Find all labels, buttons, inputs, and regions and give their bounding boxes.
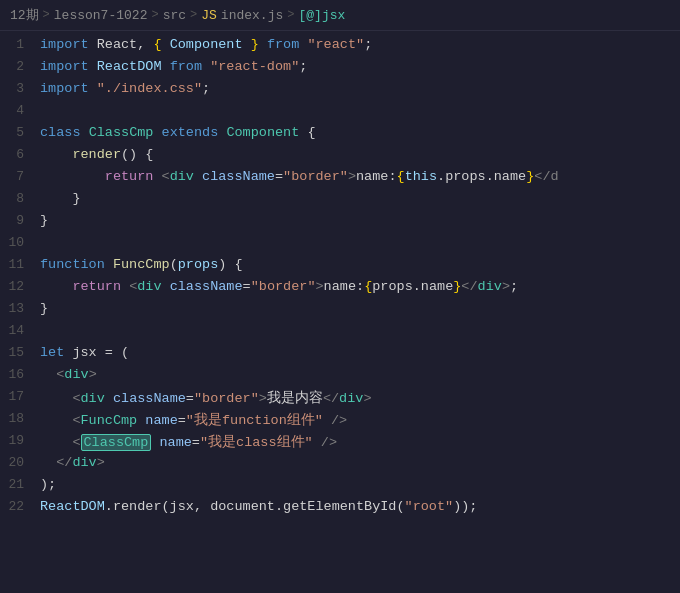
- line-number: 20: [0, 454, 40, 470]
- breadcrumb-sep-4: >: [287, 8, 294, 22]
- line-number: 19: [0, 432, 40, 448]
- line-number: 16: [0, 366, 40, 382]
- line-number: 18: [0, 410, 40, 426]
- breadcrumb-item-filename: index.js: [221, 8, 283, 23]
- line-number: 5: [0, 124, 40, 140]
- line-content: <FuncCmp name="我是function组件" />: [40, 410, 680, 429]
- code-line: 15 let jsx = (: [0, 343, 680, 365]
- code-line: 11 function FuncCmp(props) {: [0, 255, 680, 277]
- line-number: 10: [0, 234, 40, 250]
- line-content: import "./index.css";: [40, 80, 680, 96]
- line-number: 6: [0, 146, 40, 162]
- breadcrumb-item-12: 12期: [10, 6, 39, 24]
- line-content: [40, 102, 680, 118]
- line-number: 12: [0, 278, 40, 294]
- code-line: 14: [0, 321, 680, 343]
- code-line: 17 <div className="border">我是内容</div>: [0, 387, 680, 409]
- line-number: 11: [0, 256, 40, 272]
- code-line: 9 }: [0, 211, 680, 233]
- line-number: 13: [0, 300, 40, 316]
- line-number: 8: [0, 190, 40, 206]
- code-line: 16 <div>: [0, 365, 680, 387]
- line-number: 17: [0, 388, 40, 404]
- code-line: 7 return <div className="border">name:{t…: [0, 167, 680, 189]
- breadcrumb-item-src: src: [163, 8, 186, 23]
- line-content: );: [40, 476, 680, 492]
- code-line: 22 ReactDOM.render(jsx, document.getElem…: [0, 497, 680, 519]
- line-number: 14: [0, 322, 40, 338]
- breadcrumb-item-lesson: lesson7-1022: [54, 8, 148, 23]
- line-number: 3: [0, 80, 40, 96]
- code-line: 5 class ClassCmp extends Component {: [0, 123, 680, 145]
- code-line: 3 import "./index.css";: [0, 79, 680, 101]
- line-content: }: [40, 190, 680, 206]
- line-content: import ReactDOM from "react-dom";: [40, 58, 680, 74]
- line-number: 22: [0, 498, 40, 514]
- line-content: function FuncCmp(props) {: [40, 256, 680, 272]
- line-content: }: [40, 300, 680, 316]
- line-content: <div>: [40, 366, 680, 382]
- breadcrumb-bar: 12期 > lesson7-1022 > src > JS index.js >…: [0, 0, 680, 31]
- code-line: 21 );: [0, 475, 680, 497]
- line-number: 7: [0, 168, 40, 184]
- line-number: 2: [0, 58, 40, 74]
- code-line: 12 return <div className="border">name:{…: [0, 277, 680, 299]
- line-content: </div>: [40, 454, 680, 470]
- breadcrumb-sep-3: >: [190, 8, 197, 22]
- line-number: 15: [0, 344, 40, 360]
- code-line: 1 import React, { Component } from "reac…: [0, 35, 680, 57]
- code-line: 13 }: [0, 299, 680, 321]
- breadcrumb-item-js: JS: [201, 8, 217, 23]
- line-content: <div className="border">我是内容</div>: [40, 388, 680, 407]
- code-line: 10: [0, 233, 680, 255]
- code-editor: 1 import React, { Component } from "reac…: [0, 31, 680, 591]
- breadcrumb-sep-1: >: [43, 8, 50, 22]
- line-content: render() {: [40, 146, 680, 162]
- line-content: return <div className="border">name:{pro…: [40, 278, 680, 294]
- line-content: [40, 322, 680, 338]
- code-line: 4: [0, 101, 680, 123]
- code-line: 19 <ClassCmp name="我是class组件" />: [0, 431, 680, 453]
- line-number: 1: [0, 36, 40, 52]
- line-content: class ClassCmp extends Component {: [40, 124, 680, 140]
- code-line: 20 </div>: [0, 453, 680, 475]
- line-number: 9: [0, 212, 40, 228]
- line-content: ReactDOM.render(jsx, document.getElement…: [40, 498, 680, 514]
- breadcrumb-item-jsx: [@]jsx: [298, 8, 345, 23]
- code-line: 2 import ReactDOM from "react-dom";: [0, 57, 680, 79]
- line-content: <ClassCmp name="我是class组件" />: [40, 432, 680, 451]
- line-number: 4: [0, 102, 40, 118]
- line-number: 21: [0, 476, 40, 492]
- line-content: }: [40, 212, 680, 228]
- breadcrumb-sep-2: >: [151, 8, 158, 22]
- line-content: return <div className="border">name:{thi…: [40, 168, 680, 184]
- code-line: 18 <FuncCmp name="我是function组件" />: [0, 409, 680, 431]
- code-line: 8 }: [0, 189, 680, 211]
- line-content: import React, { Component } from "react"…: [40, 36, 680, 52]
- code-line: 6 render() {: [0, 145, 680, 167]
- line-content: [40, 234, 680, 250]
- line-content: let jsx = (: [40, 344, 680, 360]
